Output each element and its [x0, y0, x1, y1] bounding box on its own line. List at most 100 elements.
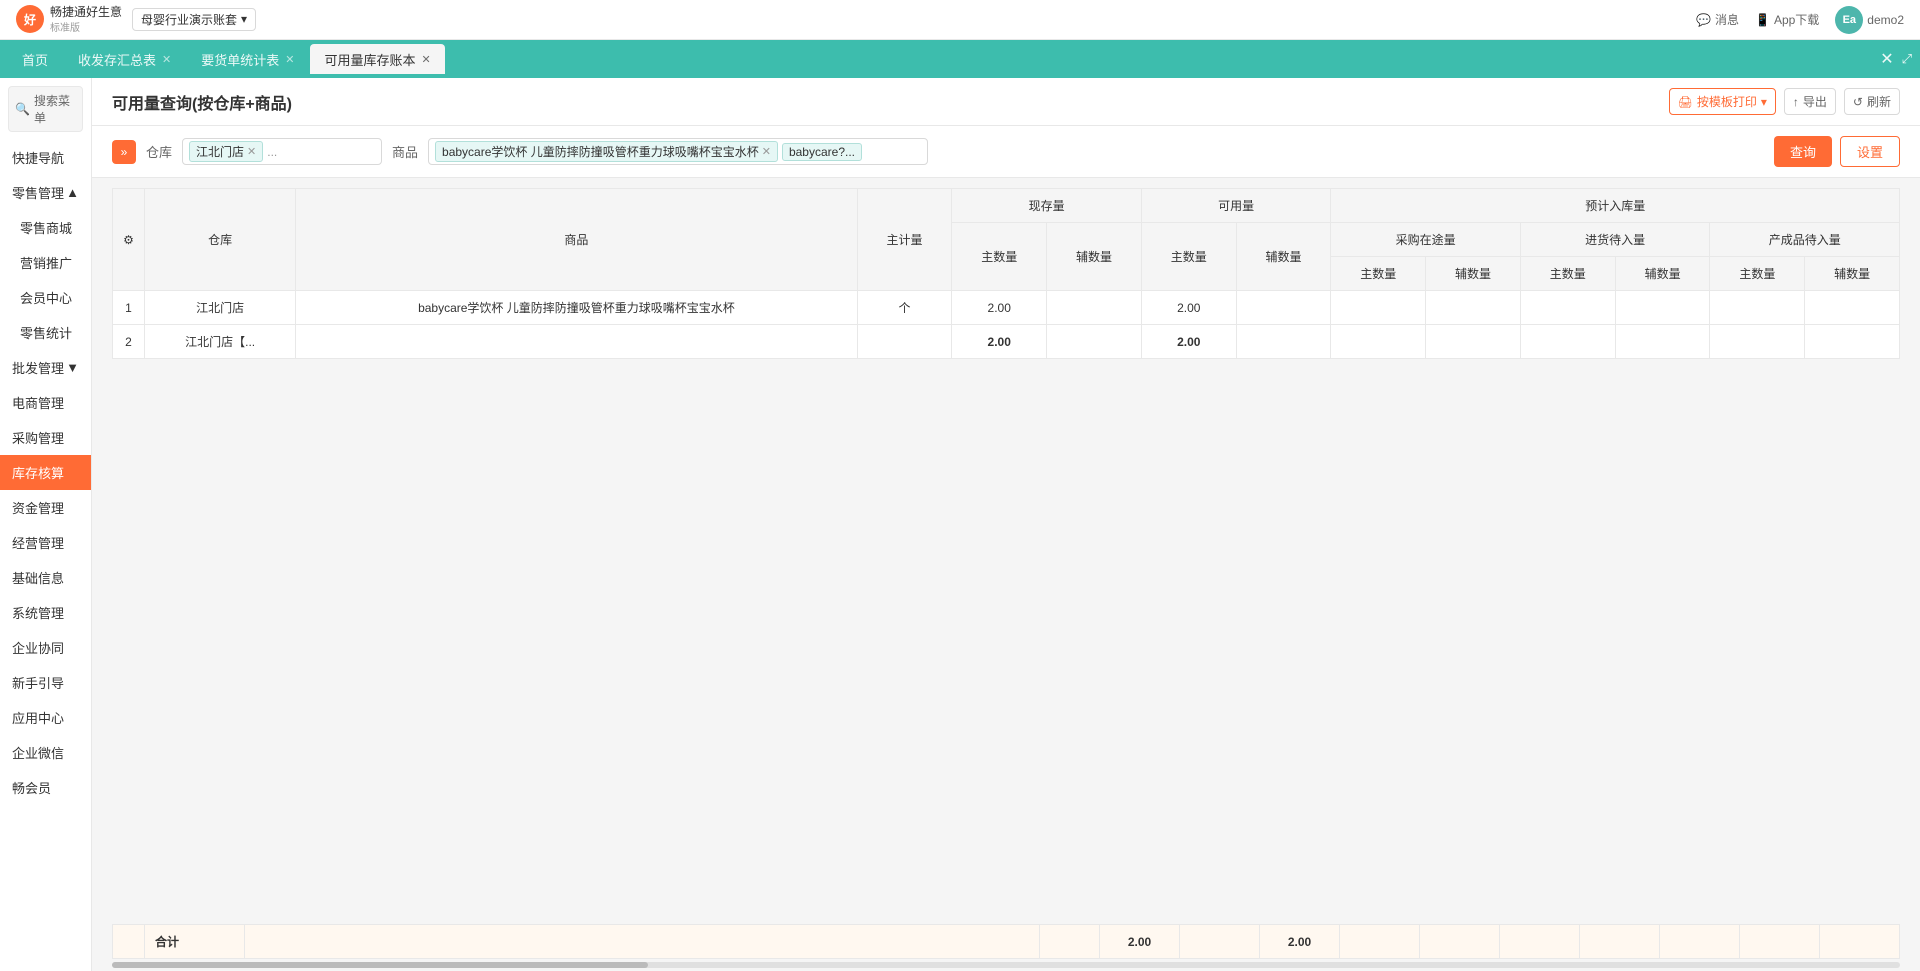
logo-area: 好 畅捷通好生意 标准版 — [16, 5, 122, 34]
close-all-icon[interactable]: ✕ — [1880, 49, 1893, 69]
chevron-down-icon: ▾ — [1761, 95, 1767, 109]
logo-text-block: 畅捷通好生意 标准版 — [50, 5, 122, 34]
sidebar-item-basic-info[interactable]: 基础信息 — [0, 560, 91, 595]
industry-selector[interactable]: 母婴行业演示账套 ▾ — [132, 8, 256, 31]
td-stock-aux — [1047, 291, 1142, 325]
td-prod-aux — [1805, 325, 1900, 359]
warehouse-filter-label: 仓库 — [146, 142, 172, 161]
logo-icon: 好 — [16, 5, 44, 33]
top-bar: 好 畅捷通好生意 标准版 母婴行业演示账套 ▾ 💬 消息 📱 App下载 Ea … — [0, 0, 1920, 40]
refresh-btn[interactable]: ↺ 刷新 — [1844, 88, 1900, 115]
app-download-btn[interactable]: 📱 App下载 — [1755, 11, 1819, 28]
tab-summary-close[interactable]: ✕ — [162, 53, 171, 66]
sidebar-item-wholesale-mgmt[interactable]: 批发管理 ▼ — [0, 350, 91, 385]
td-footer-unit — [1040, 925, 1100, 959]
search-menu-btn[interactable]: 🔍 搜索菜单 — [8, 86, 83, 132]
sidebar-search-area: 🔍 搜索菜单 — [0, 78, 91, 140]
maximize-icon[interactable]: ⤢ — [1902, 51, 1912, 67]
tab-home-label: 首页 — [22, 50, 48, 69]
filter-expand-btn[interactable]: » — [112, 140, 136, 164]
refresh-label: 刷新 — [1867, 93, 1891, 110]
td-pp-aux — [1615, 325, 1710, 359]
sidebar-item-enterprise-wechat[interactable]: 企业微信 — [0, 735, 91, 770]
tab-order-stats[interactable]: 要货单统计表 ✕ — [187, 44, 308, 74]
th-settings: ⚙ — [113, 189, 145, 291]
username: demo2 — [1867, 13, 1904, 27]
tab-available-stock-close[interactable]: ✕ — [422, 53, 431, 66]
sidebar-item-retail-mgmt[interactable]: 零售管理 ▲ — [0, 175, 91, 210]
th-current-stock: 现存量 — [952, 189, 1142, 223]
sidebar-item-finance[interactable]: 资金管理 — [0, 490, 91, 525]
sidebar-item-ecommerce[interactable]: 电商管理 — [0, 385, 91, 420]
td-footer-prod-main — [1740, 925, 1820, 959]
td-pt-aux — [1426, 325, 1521, 359]
sidebar-item-inventory[interactable]: 库存核算 — [0, 455, 91, 490]
product-filter-input[interactable]: babycare学饮杯 儿童防摔防撞吸管杯重力球吸嘴杯宝宝水杯 ✕ babyca… — [428, 138, 928, 165]
main-layout: 🔍 搜索菜单 快捷导航 零售管理 ▲ 零售商城 营销推广 会员中心 零售统计 批… — [0, 78, 1920, 971]
td-footer-pt-main — [1420, 925, 1500, 959]
sidebar-item-operations[interactable]: 经营管理 — [0, 525, 91, 560]
sidebar-item-new-guide[interactable]: 新手引导 — [0, 665, 91, 700]
product-tag-1-remove[interactable]: ✕ — [762, 145, 771, 158]
top-bar-left: 好 畅捷通好生意 标准版 母婴行业演示账套 ▾ — [16, 5, 256, 34]
th-avail-aux: 辅数量 — [1236, 223, 1331, 291]
sidebar-item-quick-nav[interactable]: 快捷导航 — [0, 140, 91, 175]
warehouse-tag-remove[interactable]: ✕ — [247, 145, 256, 158]
sidebar-item-member[interactable]: 会员中心 — [0, 280, 91, 315]
sidebar-item-app-center[interactable]: 应用中心 — [0, 700, 91, 735]
tab-order-stats-close[interactable]: ✕ — [285, 53, 294, 66]
td-stock-aux — [1047, 325, 1142, 359]
sidebar-item-retail-mall[interactable]: 零售商城 — [0, 210, 91, 245]
chevron-icon: ▼ — [66, 360, 79, 375]
sidebar-item-enterprise-collab[interactable]: 企业协同 — [0, 630, 91, 665]
app-download-label: App下载 — [1774, 11, 1819, 28]
user-area[interactable]: Ea demo2 — [1835, 6, 1904, 34]
sidebar-item-marketing[interactable]: 营销推广 — [0, 245, 91, 280]
td-footer-pt-aux — [1500, 925, 1580, 959]
settings-btn[interactable]: 设置 — [1840, 136, 1900, 167]
filter-actions: 查询 设置 — [1774, 136, 1900, 167]
sidebar-item-purchase[interactable]: 采购管理 — [0, 420, 91, 455]
product-tag-1: babycare学饮杯 儿童防摔防撞吸管杯重力球吸嘴杯宝宝水杯 ✕ — [435, 141, 778, 162]
export-btn[interactable]: ↑ 导出 — [1784, 88, 1836, 115]
sidebar-item-label: 零售商城 — [20, 218, 72, 237]
query-btn[interactable]: 查询 — [1774, 136, 1832, 167]
td-footer-pp-aux — [1660, 925, 1740, 959]
td-unit — [857, 325, 952, 359]
sidebar-item-label: 批发管理 — [12, 358, 64, 377]
td-pt-main — [1331, 325, 1426, 359]
sidebar-item-system[interactable]: 系统管理 — [0, 595, 91, 630]
th-pp-main: 主数量 — [1520, 257, 1615, 291]
export-icon: ↑ — [1793, 95, 1799, 109]
chevron-icon: ▲ — [66, 185, 79, 200]
sidebar-item-label: 企业微信 — [12, 743, 64, 762]
td-footer-label: 合计 — [145, 925, 245, 959]
message-icon: 💬 — [1696, 13, 1711, 27]
message-btn[interactable]: 💬 消息 — [1696, 11, 1739, 28]
td-footer-stock-aux — [1180, 925, 1260, 959]
td-pt-main — [1331, 291, 1426, 325]
sidebar-item-label: 新手引导 — [12, 673, 64, 692]
td-footer-pp-main — [1580, 925, 1660, 959]
td-footer-product — [245, 925, 1040, 959]
page-header-actions: 🖨 按模板打印 ▾ ↑ 导出 ↺ 刷新 — [1669, 88, 1900, 125]
sidebar-item-retail-stats[interactable]: 零售统计 — [0, 315, 91, 350]
template-print-btn[interactable]: 🖨 按模板打印 ▾ — [1669, 88, 1776, 115]
sidebar-item-vip[interactable]: 畅会员 — [0, 770, 91, 805]
tab-available-stock[interactable]: 可用量库存账本 ✕ — [310, 44, 444, 74]
scrollbar-track — [112, 962, 1900, 968]
td-product — [296, 325, 857, 359]
tab-home[interactable]: 首页 — [8, 44, 62, 74]
tab-summary[interactable]: 收发存汇总表 ✕ — [64, 44, 185, 74]
horizontal-scrollbar[interactable] — [92, 959, 1920, 971]
scrollbar-thumb[interactable] — [112, 962, 648, 968]
product-tag-1-text: babycare学饮杯 儿童防摔防撞吸管杯重力球吸嘴杯宝宝水杯 — [442, 143, 759, 160]
th-pt-aux: 辅数量 — [1426, 257, 1521, 291]
industry-selector-text: 母婴行业演示账套 — [141, 11, 237, 28]
td-prod-main — [1710, 325, 1805, 359]
sidebar-item-label: 经营管理 — [12, 533, 64, 552]
warehouse-filter-input[interactable]: 江北门店 ✕ ... — [182, 138, 382, 165]
message-label: 消息 — [1715, 11, 1739, 28]
th-planned-inbound: 预计入库量 — [1331, 189, 1900, 223]
th-pp-aux: 辅数量 — [1615, 257, 1710, 291]
